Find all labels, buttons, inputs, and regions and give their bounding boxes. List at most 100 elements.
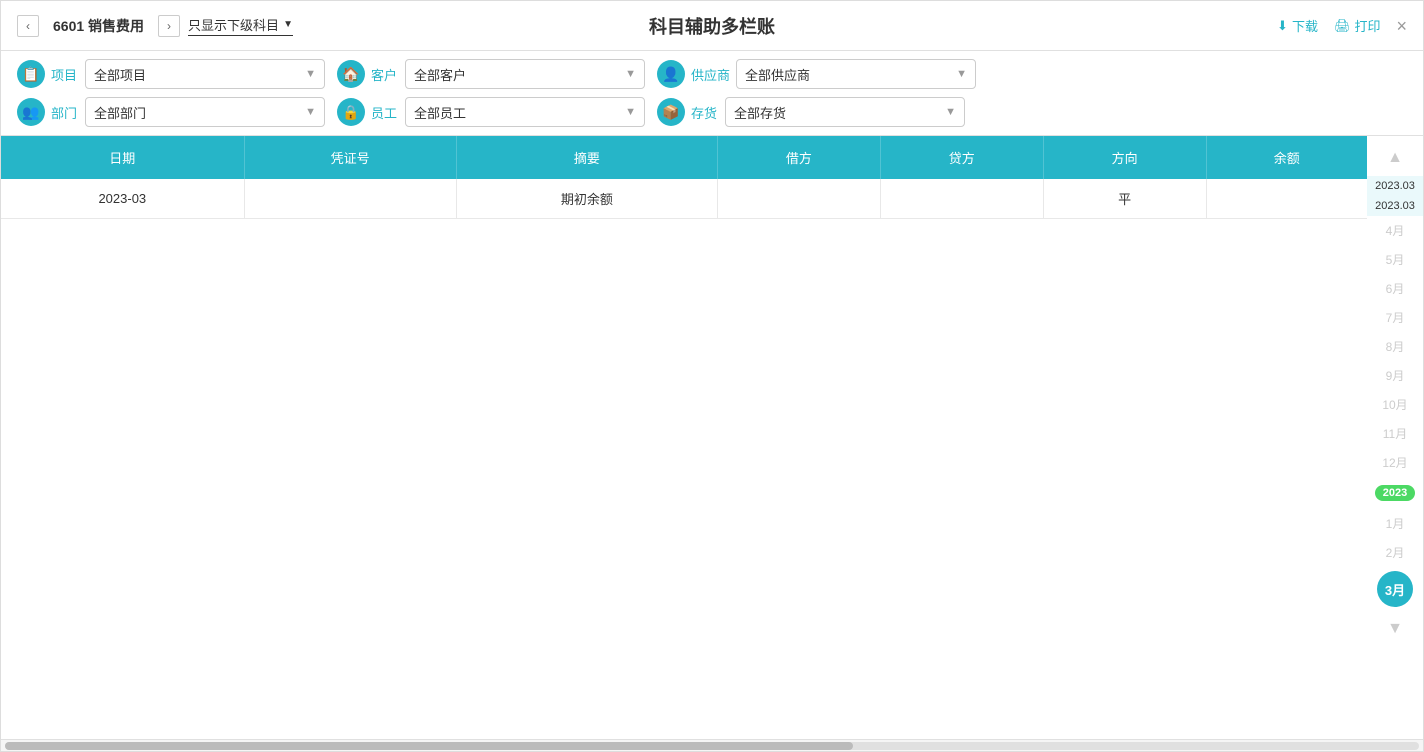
filter-row-2: 👥 部门 全部部门 ▼ 🔒 员工 全部员工 ▼ 📦 存货 全部存货	[17, 97, 1407, 127]
horizontal-scrollbar[interactable]	[1, 739, 1423, 751]
scroll-thumb	[5, 742, 853, 750]
download-icon: ⬇	[1277, 18, 1288, 34]
table-row: 2023-03 期初余额 平	[1, 179, 1367, 219]
table-container: 日期 凭证号 摘要 借方 贷方 方向 余额 2023-03期初余额平 ▲ 202	[1, 136, 1423, 739]
close-button[interactable]: ×	[1396, 17, 1407, 35]
table-header-row: 日期 凭证号 摘要 借方 贷方 方向 余额	[1, 136, 1367, 179]
timeline-month-11月[interactable]: 11月	[1378, 419, 1411, 448]
supplier-select[interactable]: 全部供应商 ▼	[736, 59, 976, 89]
filter-inventory: 📦 存货 全部存货 ▼	[657, 97, 965, 127]
title-bar-left: ‹ 6601 销售费用 › 只显示下级科目 ▼	[17, 14, 293, 38]
col-direction: 方向	[1043, 136, 1206, 179]
timeline-month-4月[interactable]: 4月	[1378, 216, 1411, 245]
cell-direction: 平	[1043, 179, 1206, 219]
dept-icon: 👥	[17, 98, 45, 126]
scroll-track	[5, 742, 1419, 750]
timeline-month-8月[interactable]: 8月	[1378, 332, 1411, 361]
cell-voucher	[244, 179, 456, 219]
col-debit: 借方	[717, 136, 880, 179]
timeline-month-9月[interactable]: 9月	[1378, 361, 1411, 390]
supplier-value: 全部供应商	[745, 65, 810, 84]
filter-row-1: 📋 项目 全部项目 ▼ 🏠 客户 全部客户 ▼ 👤 供应商 全部供应	[17, 59, 1407, 89]
timeline-month-7月[interactable]: 7月	[1378, 303, 1411, 332]
customer-icon: 🏠	[337, 60, 365, 88]
timeline-selected-1[interactable]: 2023.03	[1367, 176, 1423, 196]
print-label: 打印	[1354, 16, 1380, 35]
filter-supplier: 👤 供应商 全部供应商 ▼	[657, 59, 976, 89]
timeline-months: 4月5月6月7月8月9月10月11月12月	[1378, 216, 1411, 477]
filter-dept: 👥 部门 全部部门 ▼	[17, 97, 325, 127]
timeline-nav-up: ▲	[1367, 140, 1423, 176]
inventory-label: 存货	[691, 103, 719, 122]
show-sub-label: 只显示下级科目	[188, 15, 279, 34]
inventory-value: 全部存货	[734, 103, 786, 122]
timeline-up-button[interactable]: ▲	[1381, 144, 1409, 172]
account-code: 6601 销售费用	[47, 14, 150, 38]
customer-label: 客户	[371, 65, 399, 84]
timeline-panel: ▲ 2023.03 2023.03 4月5月6月7月8月9月10月11月12月 …	[1367, 136, 1423, 739]
supplier-icon: 👤	[657, 60, 685, 88]
download-button[interactable]: ⬇ 下载	[1277, 16, 1318, 35]
timeline-bottom-month-2月[interactable]: 2月	[1382, 538, 1409, 567]
timeline-month-10月[interactable]: 10月	[1378, 390, 1411, 419]
inventory-icon: 📦	[657, 98, 685, 126]
col-credit: 贷方	[880, 136, 1043, 179]
cell-date: 2023-03	[1, 179, 244, 219]
show-sub-toggle[interactable]: 只显示下级科目 ▼	[188, 15, 293, 36]
year-badge: 2023	[1375, 485, 1415, 501]
cell-debit	[717, 179, 880, 219]
timeline-selected-2[interactable]: 2023.03	[1367, 196, 1423, 216]
cell-summary: 期初余额	[456, 179, 717, 219]
customer-chevron-icon: ▼	[625, 68, 636, 80]
filter-employee: 🔒 员工 全部员工 ▼	[337, 97, 645, 127]
employee-chevron-icon: ▼	[625, 106, 636, 118]
timeline-nav-down: ▼	[1367, 611, 1423, 647]
project-label: 项目	[51, 65, 79, 84]
project-value: 全部项目	[94, 65, 146, 84]
dept-label: 部门	[51, 103, 79, 122]
supplier-label: 供应商	[691, 65, 730, 84]
employee-label: 员工	[371, 103, 399, 122]
timeline-bottom-months: 1月2月	[1382, 509, 1409, 567]
supplier-chevron-icon: ▼	[956, 68, 967, 80]
filter-area: 📋 项目 全部项目 ▼ 🏠 客户 全部客户 ▼ 👤 供应商 全部供应	[1, 51, 1423, 136]
timeline-month-6月[interactable]: 6月	[1378, 274, 1411, 303]
customer-value: 全部客户	[414, 65, 466, 84]
print-icon: 🖨	[1334, 18, 1351, 34]
page-title: 科目辅助多栏账	[649, 13, 775, 39]
title-bar: ‹ 6601 销售费用 › 只显示下级科目 ▼ 科目辅助多栏账 ⬇ 下载 🖨 打…	[1, 1, 1423, 51]
customer-select[interactable]: 全部客户 ▼	[405, 59, 645, 89]
main-window: ‹ 6601 销售费用 › 只显示下级科目 ▼ 科目辅助多栏账 ⬇ 下载 🖨 打…	[0, 0, 1424, 752]
download-label: 下载	[1292, 16, 1318, 35]
timeline-month-12月[interactable]: 12月	[1378, 448, 1411, 477]
timeline-bottom-month-1月[interactable]: 1月	[1382, 509, 1409, 538]
col-summary: 摘要	[456, 136, 717, 179]
inventory-select[interactable]: 全部存货 ▼	[725, 97, 965, 127]
filter-project: 📋 项目 全部项目 ▼	[17, 59, 325, 89]
timeline-month-5月[interactable]: 5月	[1378, 245, 1411, 274]
col-voucher: 凭证号	[244, 136, 456, 179]
dept-value: 全部部门	[94, 103, 146, 122]
inventory-chevron-icon: ▼	[945, 106, 956, 118]
print-button[interactable]: 🖨 打印	[1334, 16, 1381, 35]
cell-balance	[1206, 179, 1367, 219]
main-table: 日期 凭证号 摘要 借方 贷方 方向 余额 2023-03 期初余额 平	[1, 136, 1367, 739]
project-select[interactable]: 全部项目 ▼	[85, 59, 325, 89]
col-balance: 余额	[1206, 136, 1367, 179]
title-bar-right: ⬇ 下载 🖨 打印 ×	[1277, 16, 1407, 35]
timeline-down-button[interactable]: ▼	[1381, 615, 1409, 643]
project-icon: 📋	[17, 60, 45, 88]
dept-select[interactable]: 全部部门 ▼	[85, 97, 325, 127]
employee-icon: 🔒	[337, 98, 365, 126]
employee-select[interactable]: 全部员工 ▼	[405, 97, 645, 127]
dept-chevron-icon: ▼	[305, 106, 316, 118]
filter-customer: 🏠 客户 全部客户 ▼	[337, 59, 645, 89]
ledger-table: 日期 凭证号 摘要 借方 贷方 方向 余额 2023-03 期初余额 平	[1, 136, 1367, 219]
col-date: 日期	[1, 136, 244, 179]
cell-credit	[880, 179, 1043, 219]
nav-next-button[interactable]: ›	[158, 15, 180, 37]
employee-value: 全部员工	[414, 103, 466, 122]
nav-prev-button[interactable]: ‹	[17, 15, 39, 37]
chevron-down-icon: ▼	[283, 19, 293, 30]
timeline-active-month[interactable]: 3月	[1377, 571, 1413, 607]
